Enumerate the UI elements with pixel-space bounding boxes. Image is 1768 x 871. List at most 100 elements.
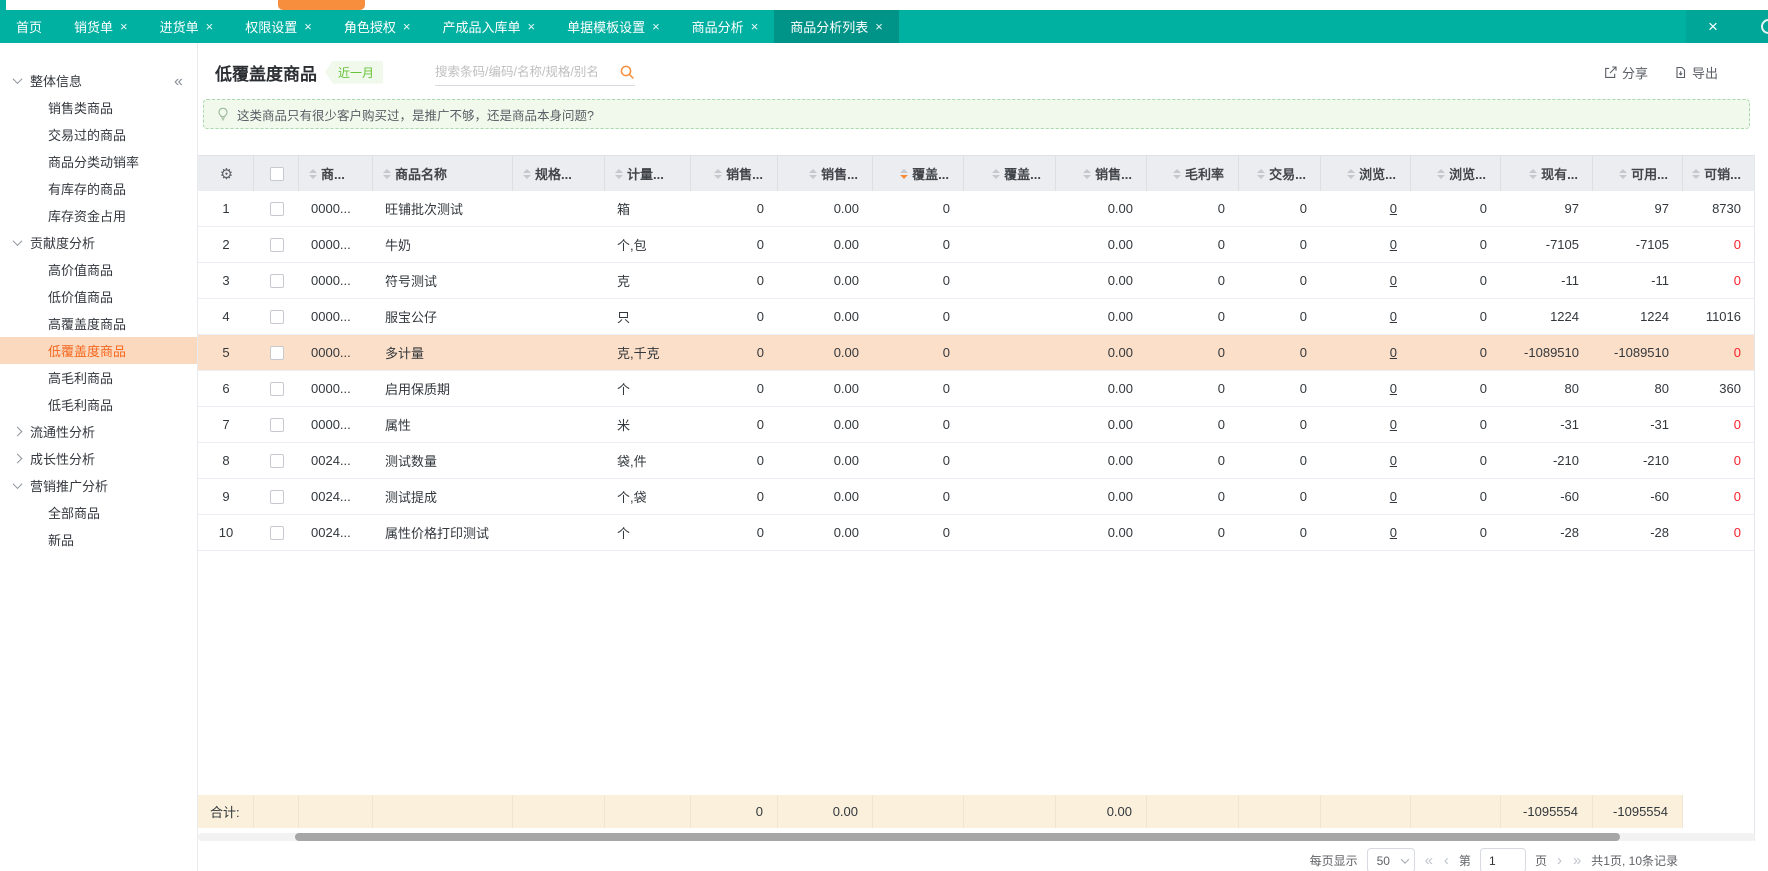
sidebar-item-库存资金占用[interactable]: 库存资金占用 [0, 202, 197, 229]
sort-caret-icon[interactable] [615, 168, 623, 179]
table-row-10[interactable]: 10 0024... 属性价格打印测试 个 0 0.00 0 0.00 0 0 0 0 -28 -28 0 [198, 515, 1754, 551]
table-row-8[interactable]: 8 0024... 测试数量 袋,件 0 0.00 0 0.00 0 0 0 0 -210 -210 0 [198, 443, 1754, 479]
sidebar-item-低覆盖度商品[interactable]: 低覆盖度商品 [0, 337, 197, 364]
column-header-计量...[interactable]: 计量... [605, 156, 691, 191]
sidebar-item-商品分类动销率[interactable]: 商品分类动销率 [0, 148, 197, 175]
sort-caret-icon[interactable] [714, 168, 723, 179]
sort-caret-icon[interactable] [1172, 168, 1181, 179]
tab-角色授权[interactable]: 角色授权 × [328, 10, 427, 43]
column-header-覆盖...[interactable]: 覆盖... [873, 156, 964, 191]
tab-overflow-icon[interactable] [1761, 19, 1768, 34]
tab-close-icon[interactable]: × [751, 19, 759, 34]
tab-close-icon[interactable]: × [304, 19, 312, 34]
views-link[interactable]: 0 [1390, 273, 1397, 288]
last-page-button[interactable]: » [1572, 853, 1582, 868]
views-link[interactable]: 0 [1390, 201, 1397, 216]
views-link[interactable]: 0 [1390, 345, 1397, 360]
tab-商品分析列表[interactable]: 商品分析列表 × [774, 10, 899, 43]
sidebar-item-交易过的商品[interactable]: 交易过的商品 [0, 121, 197, 148]
sort-caret-icon[interactable] [1083, 168, 1092, 179]
close-all-tabs-icon[interactable]: × [1708, 18, 1718, 35]
column-header-毛利率[interactable]: 毛利率 [1147, 156, 1239, 191]
sidebar-item-低价值商品[interactable]: 低价值商品 [0, 283, 197, 310]
tab-进货单[interactable]: 进货单 × [144, 10, 230, 43]
sidebar-group-成长性分析[interactable]: 成长性分析 [0, 445, 197, 472]
column-header-可用...[interactable]: 可用... [1593, 156, 1683, 191]
sort-caret-icon[interactable] [309, 168, 317, 179]
tab-close-icon[interactable]: × [652, 19, 660, 34]
tab-权限设置[interactable]: 权限设置 × [229, 10, 328, 43]
row-checkbox[interactable] [269, 525, 284, 540]
views-link[interactable]: 0 [1390, 525, 1397, 540]
column-header-浏览...[interactable]: 浏览... [1411, 156, 1501, 191]
views-link[interactable]: 0 [1390, 489, 1397, 504]
sort-caret-icon[interactable] [809, 168, 818, 179]
column-header-销售...[interactable]: 销售... [778, 156, 873, 191]
share-button[interactable]: 分享 [1604, 63, 1648, 82]
sort-caret-icon[interactable] [900, 168, 909, 179]
column-header-销售...[interactable]: 销售... [691, 156, 778, 191]
column-header-现有...[interactable]: 现有... [1501, 156, 1593, 191]
tab-商品分析[interactable]: 商品分析 × [676, 10, 775, 43]
page-size-select[interactable]: 50 [1366, 848, 1415, 871]
column-header-商...[interactable]: 商... [299, 156, 373, 191]
row-checkbox[interactable] [269, 417, 284, 432]
page-number-input[interactable] [1479, 848, 1526, 871]
sidebar-group-贡献度分析[interactable]: 贡献度分析 [0, 229, 197, 256]
tab-销货单[interactable]: 销货单 × [58, 10, 144, 43]
sidebar-item-高毛利商品[interactable]: 高毛利商品 [0, 364, 197, 391]
sidebar-item-全部商品[interactable]: 全部商品 [0, 499, 197, 526]
views-link[interactable]: 0 [1390, 237, 1397, 252]
row-checkbox[interactable] [269, 381, 284, 396]
sidebar-group-整体信息[interactable]: 整体信息 [0, 67, 197, 94]
table-row-6[interactable]: 6 0000... 启用保质期 个 0 0.00 0 0.00 0 0 0 0 80 80 360 [198, 371, 1754, 407]
tab-close-icon[interactable]: × [527, 19, 535, 34]
row-checkbox[interactable] [269, 201, 284, 216]
table-row-2[interactable]: 2 0000... 牛奶 个,包 0 0.00 0 0.00 0 0 0 0 -7105 -7105 0 [198, 227, 1754, 263]
tab-首页[interactable]: 首页 [0, 10, 58, 43]
sort-caret-icon[interactable] [1257, 168, 1266, 179]
table-row-4[interactable]: 4 0000... 服宝公仔 只 0 0.00 0 0.00 0 0 0 0 1224 1224 11016 [198, 299, 1754, 335]
sort-caret-icon[interactable] [1692, 168, 1701, 179]
tab-close-icon[interactable]: × [875, 19, 883, 34]
horizontal-scrollbar[interactable] [198, 833, 1755, 841]
sort-caret-icon[interactable] [1347, 168, 1356, 179]
sidebar-item-高覆盖度商品[interactable]: 高覆盖度商品 [0, 310, 197, 337]
table-row-1[interactable]: 1 0000... 旺铺批次测试 箱 0 0.00 0 0.00 0 0 0 0 97 97 8730 [198, 191, 1754, 227]
sidebar-item-高价值商品[interactable]: 高价值商品 [0, 256, 197, 283]
tab-close-icon[interactable]: × [403, 19, 411, 34]
sidebar-group-流通性分析[interactable]: 流通性分析 [0, 418, 197, 445]
row-checkbox[interactable] [269, 345, 284, 360]
next-page-button[interactable]: › [1556, 853, 1563, 868]
sort-caret-icon[interactable] [1529, 168, 1538, 179]
sidebar-group-营销推广分析[interactable]: 营销推广分析 [0, 472, 197, 499]
row-checkbox[interactable] [269, 489, 284, 504]
sort-caret-icon[interactable] [383, 168, 391, 179]
row-checkbox[interactable] [269, 453, 284, 468]
table-row-7[interactable]: 7 0000... 属性 米 0 0.00 0 0.00 0 0 0 0 -31 -31 0 [198, 407, 1754, 443]
column-header-交易...[interactable]: 交易... [1239, 156, 1321, 191]
sort-caret-icon[interactable] [523, 168, 531, 179]
column-header-商品名称[interactable]: 商品名称 [373, 156, 513, 191]
table-row-9[interactable]: 9 0024... 测试提成 个,袋 0 0.00 0 0.00 0 0 0 0 -60 -60 0 [198, 479, 1754, 515]
column-header-浏览...[interactable]: 浏览... [1321, 156, 1411, 191]
tab-close-icon[interactable]: × [120, 19, 128, 34]
sidebar-item-低毛利商品[interactable]: 低毛利商品 [0, 391, 197, 418]
column-header-规格...[interactable]: 规格... [513, 156, 605, 191]
sidebar-collapse-button[interactable]: « [174, 73, 183, 91]
search-input[interactable] [435, 64, 620, 79]
select-all-checkbox[interactable] [270, 166, 284, 181]
prev-page-button[interactable]: ‹ [1443, 853, 1450, 868]
views-link[interactable]: 0 [1390, 309, 1397, 324]
sort-caret-icon[interactable] [992, 168, 1001, 179]
views-link[interactable]: 0 [1390, 417, 1397, 432]
tab-单据模板设置[interactable]: 单据模板设置 × [551, 10, 676, 43]
column-header-gear[interactable]: ⚙ [198, 156, 254, 191]
sort-caret-icon[interactable] [1437, 168, 1446, 179]
column-header-可销...[interactable]: 可销... [1683, 156, 1755, 191]
first-page-button[interactable]: « [1424, 853, 1434, 868]
tab-产成品入库单[interactable]: 产成品入库单 × [426, 10, 551, 43]
row-checkbox[interactable] [269, 309, 284, 324]
column-header-销售...[interactable]: 销售... [1056, 156, 1147, 191]
sidebar-item-新品[interactable]: 新品 [0, 526, 197, 553]
